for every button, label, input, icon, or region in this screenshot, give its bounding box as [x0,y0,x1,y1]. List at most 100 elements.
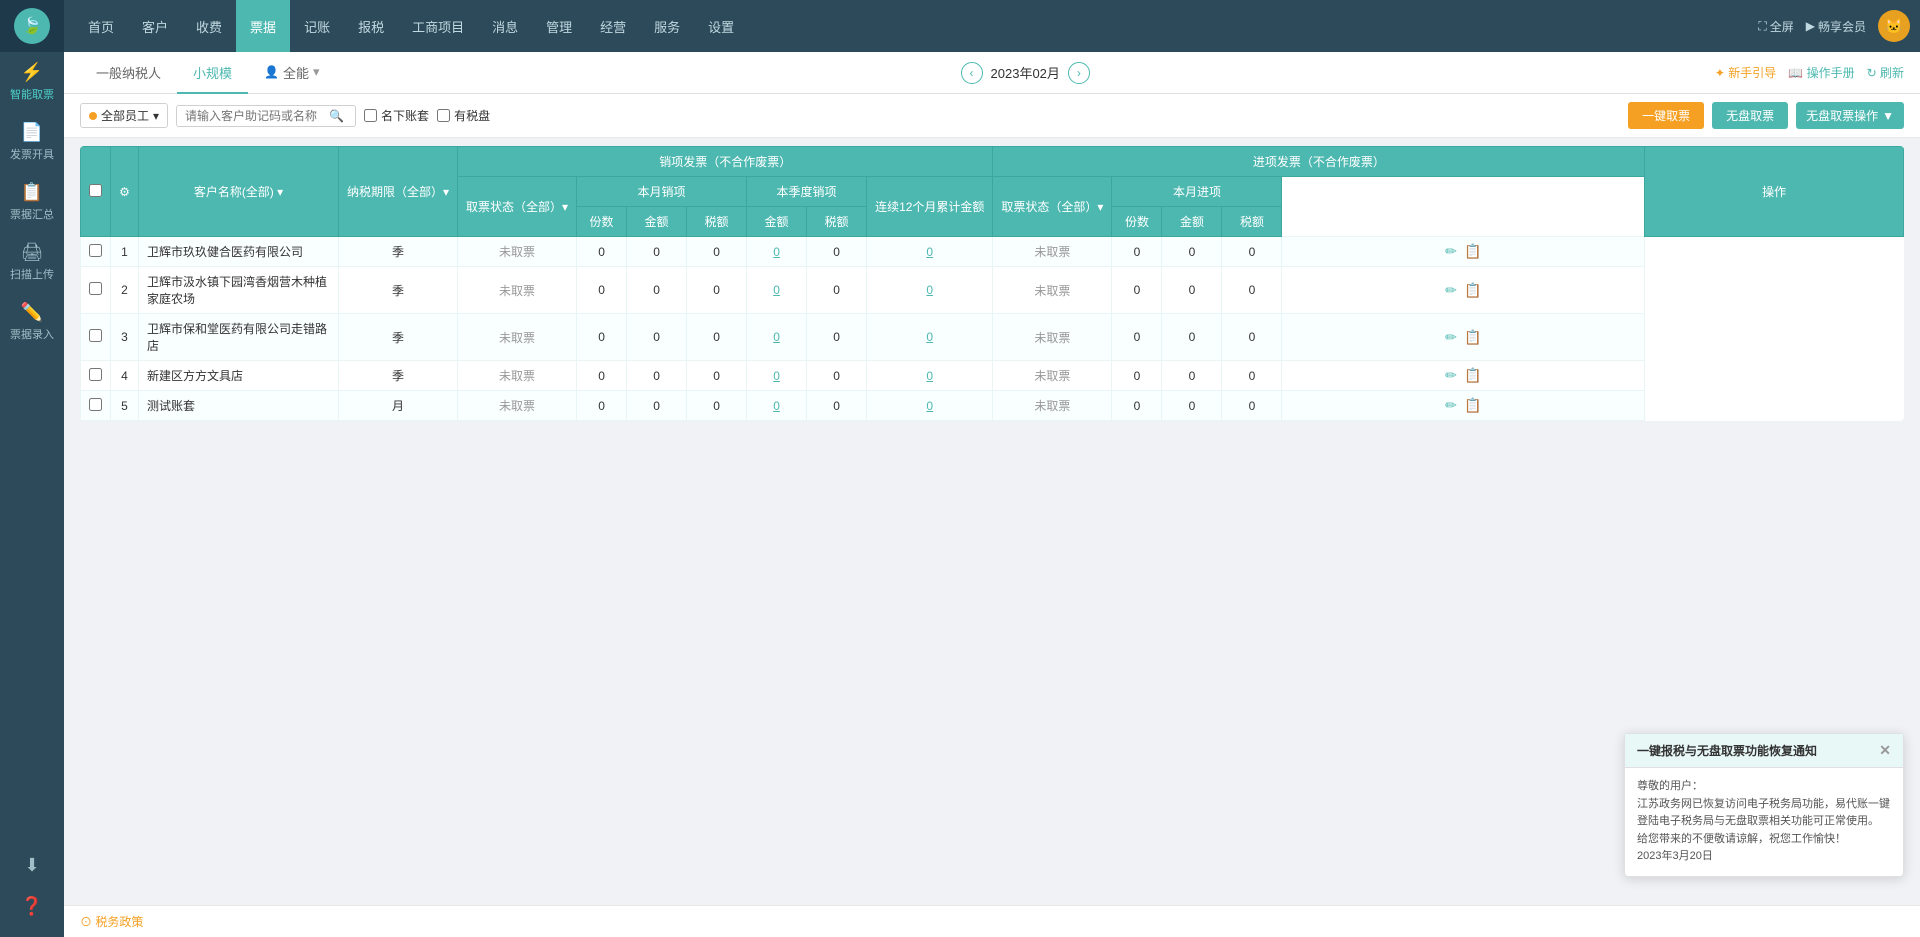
nav-invoice[interactable]: 票据 [236,0,290,52]
table-row: 5 测试账套 月 未取票 0 0 0 0 0 0 未取票 0 0 0 ✏ 📋 [81,391,1904,421]
row-cancel-count: 0 [577,391,627,421]
employee-filter[interactable]: 全部员工 ▾ [80,103,168,128]
tax-disk-checkbox[interactable] [437,109,450,122]
edit-icon[interactable]: ✏ [1445,397,1457,413]
period-prev-button[interactable]: ‹ [961,62,983,84]
row-cancel-status: 未取票 [458,361,577,391]
sidebar-item-smart-fetch[interactable]: ⚡ 智能取票 [0,52,64,112]
tab-all[interactable]: 👤 全能 ▾ [248,52,336,94]
row-checkbox[interactable] [81,267,111,314]
right-actions: ✦ 新手引导 📖 操作手册 ↻ 刷新 [1715,64,1904,81]
row-period: 季 [339,361,458,391]
row-quarter-amount: 0 [747,391,807,421]
nav-settings[interactable]: 设置 [694,0,748,52]
nav-bookkeeping[interactable]: 记账 [290,0,344,52]
row-no: 5 [111,391,139,421]
sidebar-item-invoice-summary[interactable]: 📋 票据汇总 [0,172,64,232]
edit-icon[interactable]: ✏ [1445,243,1457,259]
vip-button[interactable]: ▶ 畅享会员 [1806,18,1866,35]
row-input-count: 0 [1112,361,1162,391]
row-cancel-amount: 0 [627,391,687,421]
row-select-checkbox[interactable] [89,368,102,381]
row-checkbox[interactable] [81,237,111,267]
nav-message[interactable]: 消息 [478,0,532,52]
row-month12: 0 [867,267,993,314]
bottom-bar: ⊙ 税务政策 [64,905,1920,937]
smart-fetch-icon: ⚡ [21,62,43,83]
row-checkbox[interactable] [81,391,111,421]
nav-home[interactable]: 首页 [74,0,128,52]
th-checkbox [81,147,111,237]
search-input[interactable] [185,109,325,123]
row-quarter-tax: 0 [807,391,867,421]
sidebar-item-download[interactable]: ⬇ [0,845,64,886]
user-avatar[interactable]: 🐱 [1878,10,1910,42]
row-cancel-tax: 0 [687,361,747,391]
logo-icon[interactable]: 🍃 [14,8,50,44]
nav-client[interactable]: 客户 [128,0,182,52]
checkbox-name-accounts[interactable]: 名下账套 [364,107,429,124]
row-input-count: 0 [1112,314,1162,361]
row-client-name: 测试账套 [139,391,339,421]
row-cancel-status: 未取票 [458,314,577,361]
no-disk-fetch-button[interactable]: 无盘取票 [1712,102,1788,129]
nav-tax[interactable]: 报税 [344,0,398,52]
detail-icon[interactable]: 📋 [1464,329,1481,345]
detail-icon[interactable]: 📋 [1464,282,1481,298]
nav-service[interactable]: 服务 [640,0,694,52]
edit-icon[interactable]: ✏ [1445,367,1457,383]
tax-policy-link[interactable]: ⊙ 税务政策 [80,913,143,930]
checkbox-tax-disk[interactable]: 有税盘 [437,107,490,124]
top-nav: 首页 客户 收费 票据 记账 报税 工商项目 消息 管理 经营 服务 设置 ⛶ … [64,0,1920,52]
row-select-checkbox[interactable] [89,398,102,411]
row-no: 4 [111,361,139,391]
th-cancel-invoice-group: 销项发票（不合作废票） [458,147,993,177]
sidebar-item-help[interactable]: ❓ [0,886,64,927]
table-row: 3 卫辉市保和堂医药有限公司走错路店 季 未取票 0 0 0 0 0 0 未取票… [81,314,1904,361]
download-icon: ⬇ [24,855,39,876]
one-key-fetch-button[interactable]: 一键取票 [1628,102,1704,129]
sidebar-item-scan-upload[interactable]: 🖨 扫描上传 [0,232,64,292]
edit-icon[interactable]: ✏ [1445,329,1457,345]
sidebar-item-issue-invoice[interactable]: 📄 发票开具 [0,112,64,172]
nav-operation[interactable]: 经营 [586,0,640,52]
row-input-count: 0 [1112,237,1162,267]
row-checkbox[interactable] [81,361,111,391]
row-select-checkbox[interactable] [89,244,102,257]
select-all-checkbox[interactable] [89,184,102,197]
nav-management[interactable]: 管理 [532,0,586,52]
tab-general[interactable]: 一般纳税人 [80,52,177,94]
row-input-status: 未取票 [993,237,1112,267]
row-checkbox[interactable] [81,314,111,361]
new-guide-button[interactable]: ✦ 新手引导 [1715,64,1776,81]
detail-icon[interactable]: 📋 [1464,243,1481,259]
nav-business[interactable]: 工商项目 [398,0,478,52]
fullscreen-toggle[interactable]: ⛶ 全屏 [1758,18,1793,35]
no-disk-ops-button[interactable]: 无盘取票操作 ▼ [1796,102,1904,129]
row-client-name: 卫辉市保和堂医药有限公司走错路店 [139,314,339,361]
detail-icon[interactable]: 📋 [1464,367,1481,383]
sidebar-item-invoice-entry[interactable]: ✏️ 票据录入 [0,292,64,352]
nav-billing[interactable]: 收费 [182,0,236,52]
row-input-status: 未取票 [993,267,1112,314]
row-period: 季 [339,267,458,314]
invoice-entry-icon: ✏️ [21,302,43,323]
search-icon: 🔍 [329,109,344,123]
fullscreen-icon: ⛶ [1758,19,1766,34]
row-cancel-amount: 0 [627,237,687,267]
row-period: 季 [339,237,458,267]
row-select-checkbox[interactable] [89,329,102,342]
sidebar-item-label: 扫描上传 [10,266,54,282]
ops-manual-button[interactable]: 📖 操作手册 [1788,64,1854,81]
notification-close-button[interactable]: ✕ [1879,742,1891,759]
period-next-button[interactable]: › [1068,62,1090,84]
sidebar-logo: 🍃 [0,0,64,52]
tab-small[interactable]: 小规模 [177,52,248,94]
search-box[interactable]: 🔍 [176,105,356,127]
refresh-button[interactable]: ↻ 刷新 [1867,64,1904,81]
name-accounts-checkbox[interactable] [364,109,377,122]
edit-icon[interactable]: ✏ [1445,282,1457,298]
row-select-checkbox[interactable] [89,282,102,295]
row-input-count: 0 [1112,391,1162,421]
detail-icon[interactable]: 📋 [1464,397,1481,413]
